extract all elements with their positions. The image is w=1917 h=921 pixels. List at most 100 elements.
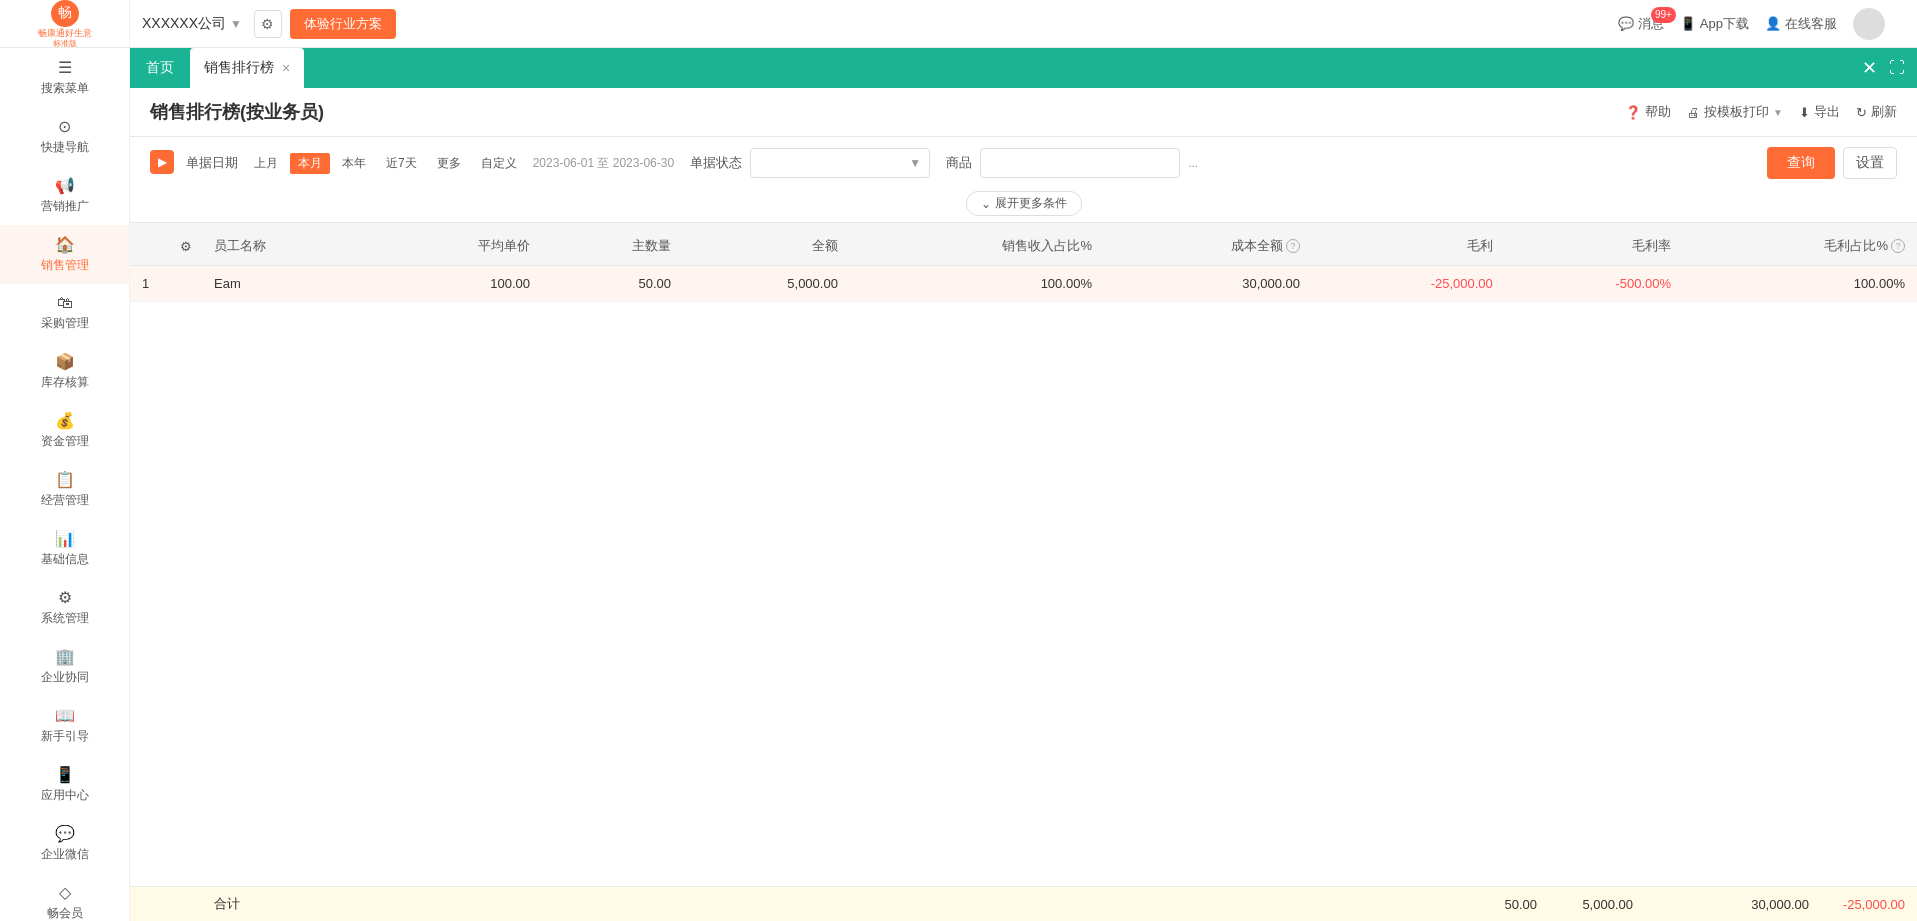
export-btn[interactable]: ⬇ 导出	[1799, 103, 1840, 121]
sidebar: ☰ 搜索菜单 ⊙ 快捷导航 📢 营销推广 🏠 销售管理 🛍 采购管理 📦 库存核…	[0, 48, 130, 921]
date-tab-more[interactable]: 更多	[429, 153, 469, 174]
service-icon: 👤	[1765, 16, 1781, 31]
status-label: 单据状态	[690, 154, 742, 172]
col-settings[interactable]: ⚙	[170, 227, 202, 266]
refresh-icon: ↻	[1856, 105, 1867, 120]
cell-gross-pct: 100.00%	[1683, 266, 1917, 302]
date-tab-this-year[interactable]: 本年	[334, 153, 374, 174]
sidebar-item-app-center[interactable]: 📱 应用中心	[0, 755, 129, 814]
col-avg-price: 平均单价	[372, 227, 542, 266]
help-icon: ❓	[1625, 105, 1641, 120]
tab-home-label: 首页	[146, 59, 174, 77]
sidebar-item-inventory[interactable]: 📦 库存核算	[0, 342, 129, 401]
gross-pct-info-icon[interactable]: ?	[1891, 239, 1905, 253]
sidebar-item-guide[interactable]: 📖 新手引导	[0, 696, 129, 755]
date-range: 2023-06-01 至 2023-06-30	[533, 155, 674, 172]
enterprise-icon: 🏢	[55, 647, 75, 666]
tab-close-icon[interactable]: ×	[282, 60, 290, 76]
col-sales-pct: 销售收入占比%	[850, 227, 1104, 266]
expand-label: 展开更多条件	[995, 195, 1067, 212]
company-selector[interactable]: XXXXXX公司 ▼	[130, 15, 254, 33]
page-title: 销售排行榜(按业务员)	[150, 100, 324, 124]
page-header: 销售排行榜(按业务员) ❓ 帮助 🖨 按模板打印 ▼ ⬇ 导出	[130, 88, 1917, 137]
page-actions: ❓ 帮助 🖨 按模板打印 ▼ ⬇ 导出 ↻ 刷新	[1625, 103, 1897, 121]
tab-active-label: 销售排行榜	[204, 59, 274, 77]
sidebar-item-marketing[interactable]: 📢 营销推广	[0, 166, 129, 225]
date-tab-last-month[interactable]: 上月	[246, 153, 286, 174]
sidebar-label: 库存核算	[41, 374, 89, 391]
app-label: App下载	[1700, 15, 1749, 33]
sidebar-label: 基础信息	[41, 551, 89, 568]
online-service-btn[interactable]: 👤 在线客服	[1765, 15, 1837, 33]
sidebar-item-basic-info[interactable]: 📊 基础信息	[0, 519, 129, 578]
expand-more-row: ⌄ 展开更多条件	[150, 187, 1897, 222]
settings-icon-btn[interactable]: ⚙	[254, 10, 282, 38]
date-tab-7days[interactable]: 近7天	[378, 153, 425, 174]
page-body: 销售排行榜(按业务员) ❓ 帮助 🖨 按模板打印 ▼ ⬇ 导出	[130, 88, 1917, 921]
filter-buttons: 查询 设置	[1767, 147, 1897, 179]
marketing-icon: 📢	[55, 176, 75, 195]
sidebar-item-search[interactable]: ☰ 搜索菜单	[0, 48, 129, 107]
purchase-icon: 🛍	[57, 294, 73, 312]
sidebar-item-wechat[interactable]: 💬 企业微信	[0, 814, 129, 873]
refresh-label: 刷新	[1871, 103, 1897, 121]
table-footer: 合计 50.00 5,000.00 30,000.00 -25,000.00	[130, 886, 1917, 921]
sidebar-item-quick-nav[interactable]: ⊙ 快捷导航	[0, 107, 129, 166]
sidebar-label: 新手引导	[41, 728, 89, 745]
date-filter: 单据日期 上月 本月 本年 近7天 更多 自定义 2023-06-01 至 20…	[186, 153, 674, 174]
sidebar-item-purchase[interactable]: 🛍 采购管理	[0, 284, 129, 342]
tab-bar-right: ✕ ⛶	[1862, 57, 1917, 79]
col-amount: 全额	[683, 227, 850, 266]
logo-area: 畅 畅康通好生意 标准版	[0, 0, 130, 48]
settings-button[interactable]: 设置	[1843, 147, 1897, 179]
chevron-down-icon: ▼	[230, 17, 242, 31]
filter-area: ▶ 单据日期 上月 本月 本年 近7天 更多 自定义	[130, 137, 1917, 223]
date-tab-this-month[interactable]: 本月	[290, 153, 330, 174]
search-menu-icon: ☰	[58, 58, 72, 77]
col-cost: 成本全额?	[1104, 227, 1312, 266]
cell-quantity: 50.00	[542, 266, 683, 302]
expand-more-btn[interactable]: ⌄ 展开更多条件	[966, 191, 1082, 216]
date-tab-custom[interactable]: 自定义	[473, 153, 525, 174]
sidebar-label: 销售管理	[41, 257, 89, 274]
basic-info-icon: 📊	[55, 529, 75, 548]
tab-close-window-icon[interactable]: ✕	[1862, 57, 1877, 79]
print-btn[interactable]: 🖨 按模板打印 ▼	[1687, 103, 1783, 121]
export-icon: ⬇	[1799, 105, 1810, 120]
sidebar-item-enterprise[interactable]: 🏢 企业协同	[0, 637, 129, 696]
sidebar-label: 经营管理	[41, 492, 89, 509]
logo-subtext: 标准版	[53, 40, 77, 48]
tab-home[interactable]: 首页	[130, 48, 190, 88]
sidebar-item-system[interactable]: ⚙ 系统管理	[0, 578, 129, 637]
app-center-icon: 📱	[55, 765, 75, 784]
sidebar-item-member[interactable]: ◇ 畅会员	[0, 873, 129, 921]
help-btn[interactable]: ❓ 帮助	[1625, 103, 1671, 121]
sidebar-label: 企业协同	[41, 669, 89, 686]
sales-icon: 🏠	[55, 235, 75, 254]
filter-expand-arrow[interactable]: ▶	[150, 150, 174, 174]
sidebar-item-sales[interactable]: 🏠 销售管理	[0, 225, 129, 284]
app-icon: 📱	[1680, 16, 1696, 31]
goods-label: 商品	[946, 154, 972, 172]
cost-info-icon[interactable]: ?	[1286, 239, 1300, 253]
tab-fullscreen-icon[interactable]: ⛶	[1889, 59, 1905, 77]
query-button[interactable]: 查询	[1767, 147, 1835, 179]
date-label: 单据日期	[186, 154, 238, 172]
message-btn[interactable]: 💬 消息 99+	[1618, 15, 1664, 33]
app-download-btn[interactable]: 📱 App下载	[1680, 15, 1749, 33]
quick-nav-icon: ⊙	[58, 117, 71, 136]
refresh-btn[interactable]: ↻ 刷新	[1856, 103, 1897, 121]
avatar[interactable]	[1853, 8, 1885, 40]
goods-input[interactable]	[980, 148, 1180, 178]
tab-active-sales[interactable]: 销售排行榜 ×	[190, 48, 304, 88]
col-gross-pct: 毛利占比%?	[1683, 227, 1917, 266]
system-icon: ⚙	[58, 588, 72, 607]
trial-button[interactable]: 体验行业方案	[290, 9, 396, 39]
status-select[interactable]: ▼	[750, 148, 930, 178]
sidebar-item-operations[interactable]: 📋 经营管理	[0, 460, 129, 519]
sidebar-label: 营销推广	[41, 198, 89, 215]
sidebar-label: 企业微信	[41, 846, 89, 863]
footer-cost: 30,000.00	[1729, 897, 1809, 912]
cell-name: Eam	[202, 266, 372, 302]
sidebar-item-finance[interactable]: 💰 资金管理	[0, 401, 129, 460]
